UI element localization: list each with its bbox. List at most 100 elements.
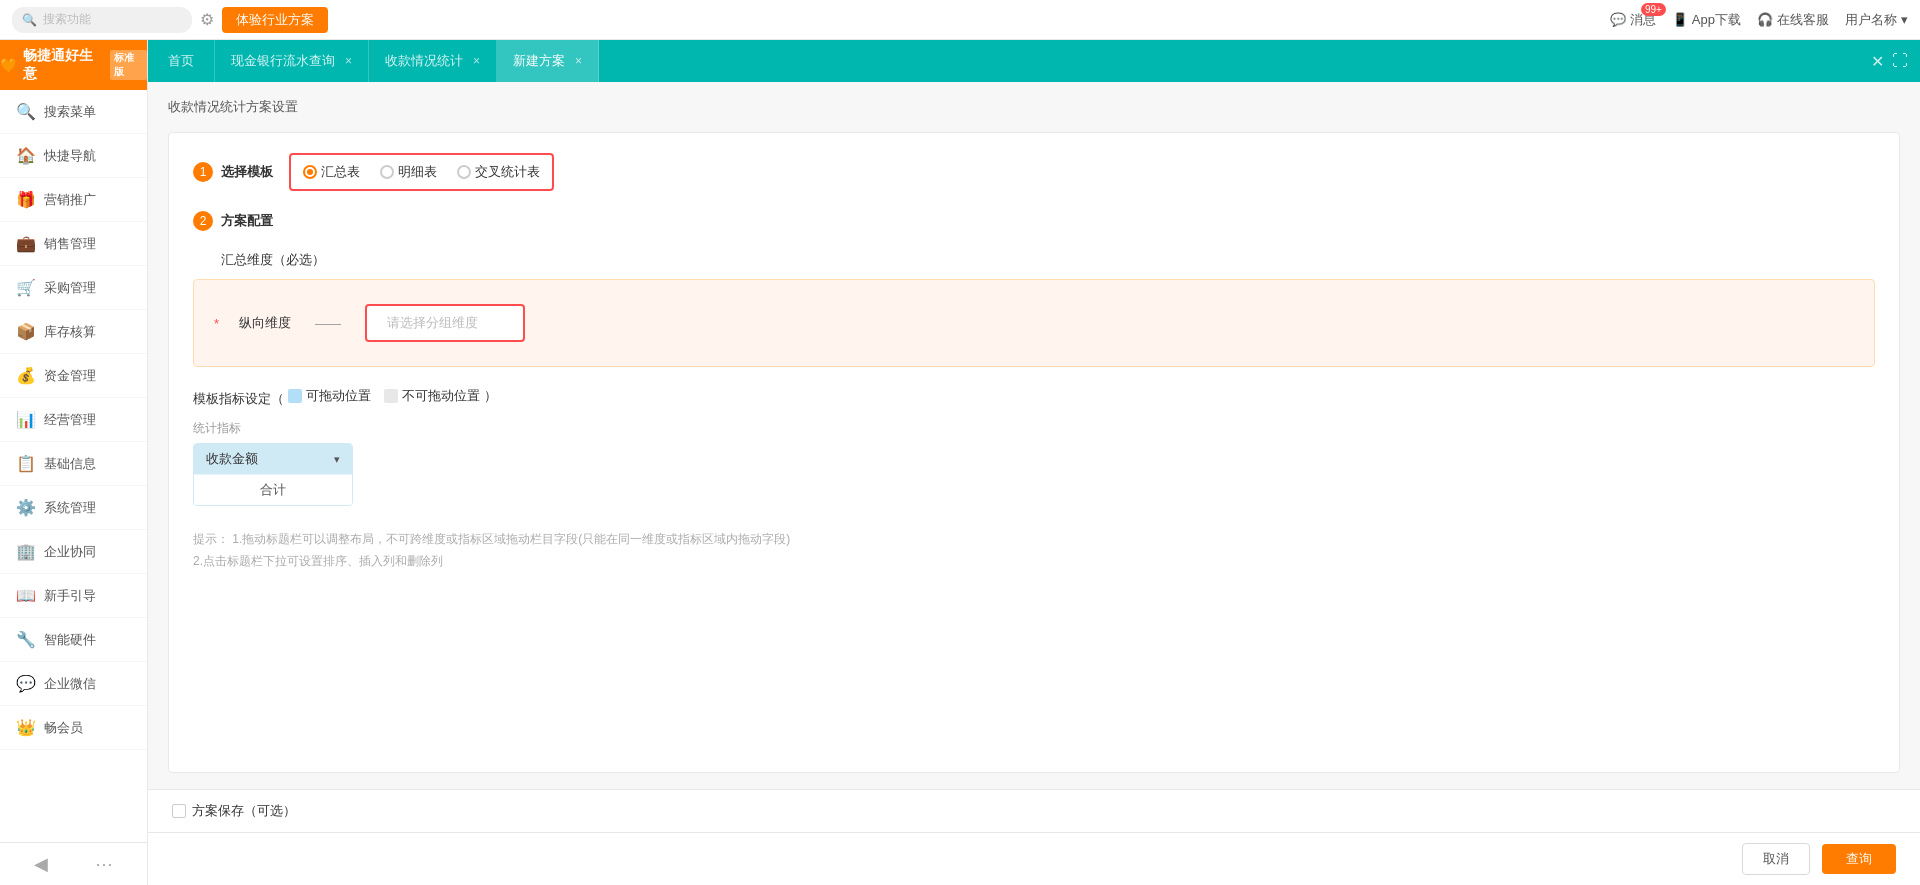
step2-row: 2 方案配置 <box>193 211 1875 231</box>
radio-detail[interactable]: 明细表 <box>380 163 437 181</box>
sidebar-bottom: ◀ ⋯ <box>0 842 147 885</box>
tab-collection-label: 收款情况统计 <box>385 52 463 70</box>
radio-cross-dot <box>457 165 471 179</box>
sidebar-item-label: 采购管理 <box>44 279 96 297</box>
metrics-title-row: 模板指标设定（ 可拖动位置 不可拖动位置 ） <box>193 387 1875 408</box>
sidebar-logo: 🧡 畅捷通好生意 标准版 <box>0 40 147 90</box>
metrics-legend-draggable: 可拖动位置 <box>288 387 371 405</box>
metrics-section: 模板指标设定（ 可拖动位置 不可拖动位置 ） <box>193 387 1875 509</box>
sidebar-item-system[interactable]: ⚙️ 系统管理 <box>0 486 147 530</box>
logo-badge: 标准版 <box>110 50 147 80</box>
metrics-header-label: 收款金额 <box>206 450 258 468</box>
dimension-arrow: —— <box>315 316 341 331</box>
metrics-title-text: 模板指标设定（ <box>193 391 284 406</box>
sidebar-item-label: 搜索菜单 <box>44 103 96 121</box>
query-button[interactable]: 查询 <box>1822 844 1896 874</box>
draggable-legend-box <box>288 389 302 403</box>
step1-badge: 1 <box>193 162 213 182</box>
tool-icon: 🔧 <box>16 630 36 649</box>
sidebar-item-hardware[interactable]: 🔧 智能硬件 <box>0 618 147 662</box>
tab-collection-close[interactable]: × <box>473 54 480 68</box>
box-icon: 📦 <box>16 322 36 341</box>
sidebar-item-sales[interactable]: 💼 销售管理 <box>0 222 147 266</box>
tab-new-plan-label: 新建方案 <box>513 52 565 70</box>
save-checkbox[interactable] <box>172 804 186 818</box>
search-menu-icon: 🔍 <box>16 102 36 121</box>
sidebar-item-basic[interactable]: 📋 基础信息 <box>0 442 147 486</box>
header-left: 🔍 搜索功能 ⚙ 体验行业方案 <box>12 7 328 33</box>
radio-detail-dot <box>380 165 394 179</box>
metrics-category-label: 统计指标 <box>193 420 1875 437</box>
gear-icon[interactable]: ⚙ <box>200 10 214 29</box>
cancel-button[interactable]: 取消 <box>1742 843 1810 875</box>
radio-summary-dot <box>303 165 317 179</box>
sidebar-item-label: 经营管理 <box>44 411 96 429</box>
list-icon: 📋 <box>16 454 36 473</box>
user-name: 用户名称 <box>1845 11 1897 29</box>
book-icon: 📖 <box>16 586 36 605</box>
tab-collection[interactable]: 收款情况统计 × <box>369 40 497 82</box>
sidebar-item-label: 库存核算 <box>44 323 96 341</box>
dimension-area: * 纵向维度 —— 请选择分组维度 <box>193 279 1875 367</box>
metrics-title: 模板指标设定（ 可拖动位置 不可拖动位置 ） <box>193 387 497 408</box>
sidebar-item-search[interactable]: 🔍 搜索菜单 <box>0 90 147 134</box>
trial-button[interactable]: 体验行业方案 <box>222 7 328 33</box>
sidebar-item-enterprise[interactable]: 🏢 企业协同 <box>0 530 147 574</box>
sidebar-item-marketing[interactable]: 🎁 营销推广 <box>0 178 147 222</box>
sidebar-item-inventory[interactable]: 📦 库存核算 <box>0 310 147 354</box>
search-placeholder: 搜索功能 <box>43 11 91 28</box>
tab-bank[interactable]: 现金银行流水查询 × <box>215 40 369 82</box>
sidebar-item-guide[interactable]: 📖 新手引导 <box>0 574 147 618</box>
footer-bar: 取消 查询 <box>148 832 1920 885</box>
search-bar[interactable]: 🔍 搜索功能 <box>12 7 192 33</box>
sidebar-item-nav[interactable]: 🏠 快捷导航 <box>0 134 147 178</box>
logo-icon: 🧡 <box>0 57 17 73</box>
sidebar: 🧡 畅捷通好生意 标准版 🔍 搜索菜单 🏠 快捷导航 🎁 营销推广 💼 销售管理 <box>0 40 148 885</box>
sidebar-item-finance[interactable]: 💰 资金管理 <box>0 354 147 398</box>
save-option-row[interactable]: 方案保存（可选） <box>172 802 296 820</box>
tab-bank-close[interactable]: × <box>345 54 352 68</box>
sidebar-item-wechat[interactable]: 💬 企业微信 <box>0 662 147 706</box>
close-window-icon[interactable]: ✕ <box>1871 52 1884 71</box>
tips-section: 提示： 1.拖动标题栏可以调整布局，不可跨维度或指标区域拖动栏目字段(只能在同一… <box>193 529 1875 572</box>
sidebar-item-label: 企业协同 <box>44 543 96 561</box>
radio-cross[interactable]: 交叉统计表 <box>457 163 540 181</box>
breadcrumb: 收款情况统计方案设置 <box>168 98 1900 116</box>
metrics-table-header: 收款金额 ▾ <box>194 444 352 474</box>
main-layout: 🧡 畅捷通好生意 标准版 🔍 搜索菜单 🏠 快捷导航 🎁 营销推广 💼 销售管理 <box>0 40 1920 885</box>
dimension-select[interactable]: 请选择分组维度 <box>365 304 525 342</box>
tab-bar-actions: ✕ ⛶ <box>1871 52 1920 71</box>
sidebar-item-label: 资金管理 <box>44 367 96 385</box>
metrics-legend-non-draggable: 不可拖动位置 ） <box>384 387 497 405</box>
tab-home[interactable]: 首页 <box>148 40 215 82</box>
service-label: 在线客服 <box>1777 11 1829 29</box>
download-label: App下载 <box>1692 11 1741 29</box>
header-right: 💬 消息 99+ 📱 App下载 🎧 在线客服 用户名称 ▾ <box>1610 11 1908 29</box>
sidebar-item-operation[interactable]: 📊 经营管理 <box>0 398 147 442</box>
sidebar-item-label: 畅会员 <box>44 719 83 737</box>
notification-item[interactable]: 💬 消息 99+ <box>1610 11 1656 29</box>
service-item[interactable]: 🎧 在线客服 <box>1757 11 1829 29</box>
bottom-option-bar: 方案保存（可选） <box>148 789 1920 832</box>
tab-new-plan[interactable]: 新建方案 × <box>497 40 599 82</box>
home-icon: 🏠 <box>16 146 36 165</box>
tab-bank-label: 现金银行流水查询 <box>231 52 335 70</box>
download-icon: 📱 <box>1672 12 1688 27</box>
tab-bar: 首页 现金银行流水查询 × 收款情况统计 × 新建方案 × ✕ ⛶ <box>148 40 1920 82</box>
tab-new-plan-close[interactable]: × <box>575 54 582 68</box>
sidebar-item-member[interactable]: 👑 畅会员 <box>0 706 147 750</box>
radio-detail-label: 明细表 <box>398 163 437 181</box>
download-item[interactable]: 📱 App下载 <box>1672 11 1741 29</box>
radio-summary[interactable]: 汇总表 <box>303 163 360 181</box>
sidebar-item-label: 基础信息 <box>44 455 96 473</box>
maximize-icon[interactable]: ⛶ <box>1892 52 1908 70</box>
user-item[interactable]: 用户名称 ▾ <box>1845 11 1908 29</box>
config-section: 1 选择模板 汇总表 明细表 交叉统计表 <box>168 132 1900 773</box>
radio-summary-label: 汇总表 <box>321 163 360 181</box>
logo-text: 畅捷通好生意 <box>23 47 104 83</box>
expand-icon[interactable]: ◀ <box>34 853 48 875</box>
metrics-dropdown-icon[interactable]: ▾ <box>334 453 340 466</box>
sidebar-item-purchase[interactable]: 🛒 采购管理 <box>0 266 147 310</box>
more-icon[interactable]: ⋯ <box>95 853 113 875</box>
template-select-box: 汇总表 明细表 交叉统计表 <box>289 153 554 191</box>
